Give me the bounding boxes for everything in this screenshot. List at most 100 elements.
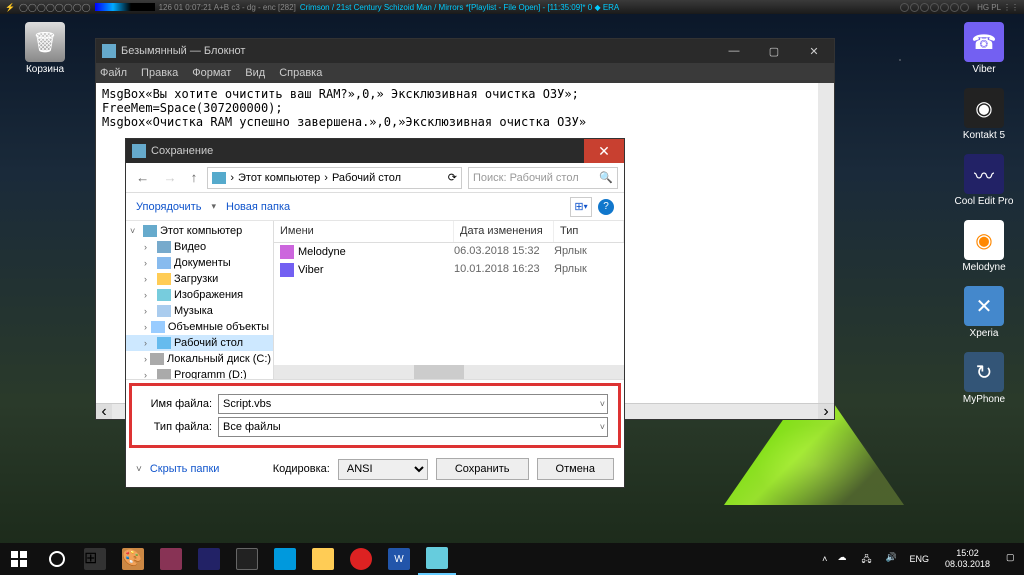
chevron-down-icon[interactable]: ˅ bbox=[600, 422, 605, 432]
tree-desktop[interactable]: ›Рабочий стол bbox=[126, 335, 273, 351]
cancel-button[interactable]: Отмена bbox=[537, 458, 614, 480]
menu-file[interactable]: Файл bbox=[100, 67, 127, 79]
tray-clock[interactable]: 15:02 08.03.2018 bbox=[939, 548, 996, 570]
encoding-label: Кодировка: bbox=[273, 463, 330, 475]
tree-videos[interactable]: ›Видео bbox=[126, 239, 273, 255]
filetype-select[interactable]: Все файлы˅ bbox=[218, 417, 608, 437]
minimize-button[interactable]: — bbox=[714, 39, 754, 63]
tree-computer[interactable]: ˅Этот компьютер bbox=[126, 223, 273, 239]
forward-button[interactable]: → bbox=[159, 168, 180, 187]
notepad-title: Безымянный — Блокнот bbox=[121, 45, 245, 57]
tray-language[interactable]: ENG bbox=[909, 554, 929, 564]
taskbar-app[interactable] bbox=[266, 543, 304, 575]
track-title: Crimson / 21st Century Schizoid Man / Mi… bbox=[300, 3, 896, 12]
shortcut-icon bbox=[280, 245, 294, 259]
save-button[interactable]: Сохранить bbox=[436, 458, 529, 480]
recycle-bin-icon[interactable]: 🗑 Корзина bbox=[15, 22, 75, 75]
tree-music[interactable]: ›Музыка bbox=[126, 303, 273, 319]
taskbar-notepad[interactable] bbox=[418, 543, 456, 575]
tree-downloads[interactable]: ›Загрузки bbox=[126, 271, 273, 287]
maximize-button[interactable]: ▢ bbox=[754, 39, 794, 63]
close-button[interactable]: ✕ bbox=[794, 39, 834, 63]
organize-menu[interactable]: Упорядочить bbox=[136, 201, 201, 213]
tree-documents[interactable]: ›Документы bbox=[126, 255, 273, 271]
refresh-icon[interactable]: ⟳ bbox=[448, 171, 457, 184]
view-mode-button[interactable]: ⊞▾ bbox=[570, 197, 592, 217]
dialog-title: Сохранение bbox=[151, 145, 213, 157]
back-button[interactable]: ← bbox=[132, 168, 153, 187]
tree-3d-objects[interactable]: ›Объемные объекты bbox=[126, 319, 273, 335]
scroll-left-icon[interactable]: ‹ bbox=[96, 404, 112, 419]
viber-shortcut[interactable]: ☎ Viber bbox=[954, 22, 1014, 75]
taskbar-explorer[interactable] bbox=[304, 543, 342, 575]
start-button[interactable] bbox=[0, 543, 38, 575]
hide-folders-link[interactable]: Скрыть папки bbox=[150, 463, 220, 475]
taskbar-app[interactable] bbox=[152, 543, 190, 575]
taskbar-app[interactable]: 🎨 bbox=[114, 543, 152, 575]
task-cortana[interactable] bbox=[38, 543, 76, 575]
col-name[interactable]: Имени bbox=[274, 221, 454, 242]
menu-view[interactable]: Вид bbox=[245, 67, 265, 79]
taskbar-word[interactable]: W bbox=[380, 543, 418, 575]
notepad-titlebar[interactable]: Безымянный — Блокнот — ▢ ✕ bbox=[96, 39, 834, 63]
myphone-shortcut[interactable]: ↻ MyPhone bbox=[954, 352, 1014, 405]
filename-fields: Имя файла: Script.vbs˅ Тип файла: Все фа… bbox=[129, 383, 621, 448]
dialog-toolbar: Упорядочить▾ Новая папка ⊞▾ ? bbox=[126, 193, 624, 221]
tray-icon[interactable]: ☁ bbox=[837, 552, 851, 566]
xperia-shortcut[interactable]: ✕ Xperia bbox=[954, 286, 1014, 339]
help-button[interactable]: ? bbox=[598, 199, 614, 215]
taskbar-opera[interactable] bbox=[342, 543, 380, 575]
track-info: 126 01 0:07:21 A+B c3 - dg - enc [282] bbox=[159, 3, 296, 12]
visualizer bbox=[95, 3, 155, 11]
tray-notifications-icon[interactable]: ▢ bbox=[1006, 552, 1020, 566]
taskbar-app[interactable] bbox=[190, 543, 228, 575]
folder-tree: ˅Этот компьютер ›Видео ›Документы ›Загру… bbox=[126, 221, 274, 379]
recycle-bin-label: Корзина bbox=[15, 64, 75, 75]
task-view[interactable]: ⊞ bbox=[76, 543, 114, 575]
breadcrumb[interactable]: › Этот компьютер › Рабочий стол ⟳ bbox=[207, 167, 462, 189]
file-row[interactable]: Viber 10.01.2018 16:23 Ярлык bbox=[274, 261, 624, 279]
crumb-root[interactable]: Этот компьютер bbox=[238, 172, 320, 184]
tree-disk-d[interactable]: ›Programm (D:) bbox=[126, 367, 273, 379]
menu-edit[interactable]: Правка bbox=[141, 67, 178, 79]
taskbar: ⊞ 🎨 W ˄ ☁ 🖧 🔊 ENG 15:02 08.03.2018 ▢ bbox=[0, 543, 1024, 575]
notepad-icon bbox=[102, 44, 116, 58]
col-type[interactable]: Тип bbox=[554, 221, 624, 242]
crumb-folder[interactable]: Рабочий стол bbox=[332, 172, 401, 184]
system-tray: ˄ ☁ 🖧 🔊 ENG 15:02 08.03.2018 ▢ bbox=[822, 548, 1024, 570]
collapse-icon[interactable]: ˅ bbox=[136, 464, 142, 475]
filename-input[interactable]: Script.vbs˅ bbox=[218, 394, 608, 414]
search-icon: 🔍 bbox=[599, 171, 613, 184]
taskbar-app[interactable] bbox=[228, 543, 266, 575]
dialog-close-button[interactable]: ✕ bbox=[584, 139, 624, 163]
search-input[interactable]: Поиск: Рабочий стол 🔍 bbox=[468, 167, 618, 189]
column-headers[interactable]: Имени Дата изменения Тип bbox=[274, 221, 624, 243]
chevron-down-icon[interactable]: ˅ bbox=[600, 399, 605, 409]
up-button[interactable]: ↑ bbox=[187, 168, 202, 187]
pc-icon bbox=[212, 172, 226, 184]
tray-network-icon[interactable]: 🖧 bbox=[861, 552, 875, 566]
tree-disk-c[interactable]: ›Локальный диск (C:) bbox=[126, 351, 273, 367]
col-date[interactable]: Дата изменения bbox=[454, 221, 554, 242]
filetype-label: Тип файла: bbox=[142, 421, 212, 433]
tray-expand-icon[interactable]: ˄ bbox=[822, 554, 827, 564]
kontakt-shortcut[interactable]: ◉ Kontakt 5 bbox=[954, 88, 1014, 141]
playback-buttons[interactable] bbox=[900, 3, 969, 12]
dialog-footer: ˅ Скрыть папки Кодировка: ANSI Сохранить… bbox=[126, 451, 624, 487]
scroll-right-icon[interactable]: › bbox=[818, 404, 834, 419]
notepad-menubar: Файл Правка Формат Вид Справка bbox=[96, 63, 834, 83]
scrollbar-v[interactable] bbox=[818, 83, 834, 403]
winamp-bar: ⚡ ◯◯◯◯◯◯◯◯ 126 01 0:07:21 A+B c3 - dg - … bbox=[0, 0, 1024, 14]
filelist-scrollbar[interactable] bbox=[274, 365, 624, 379]
cooledit-shortcut[interactable]: 〰 Cool Edit Pro bbox=[954, 154, 1014, 207]
dialog-nav: ← → ↑ › Этот компьютер › Рабочий стол ⟳ … bbox=[126, 163, 624, 193]
new-folder-button[interactable]: Новая папка bbox=[226, 201, 290, 213]
dialog-titlebar[interactable]: Сохранение ✕ bbox=[126, 139, 624, 163]
melodyne-shortcut[interactable]: ◉ Melodyne bbox=[954, 220, 1014, 273]
menu-format[interactable]: Формат bbox=[192, 67, 231, 79]
file-row[interactable]: Melodyne 06.03.2018 15:32 Ярлык bbox=[274, 243, 624, 261]
tree-pictures[interactable]: ›Изображения bbox=[126, 287, 273, 303]
tray-volume-icon[interactable]: 🔊 bbox=[885, 552, 899, 566]
menu-help[interactable]: Справка bbox=[279, 67, 322, 79]
encoding-select[interactable]: ANSI bbox=[338, 459, 428, 480]
